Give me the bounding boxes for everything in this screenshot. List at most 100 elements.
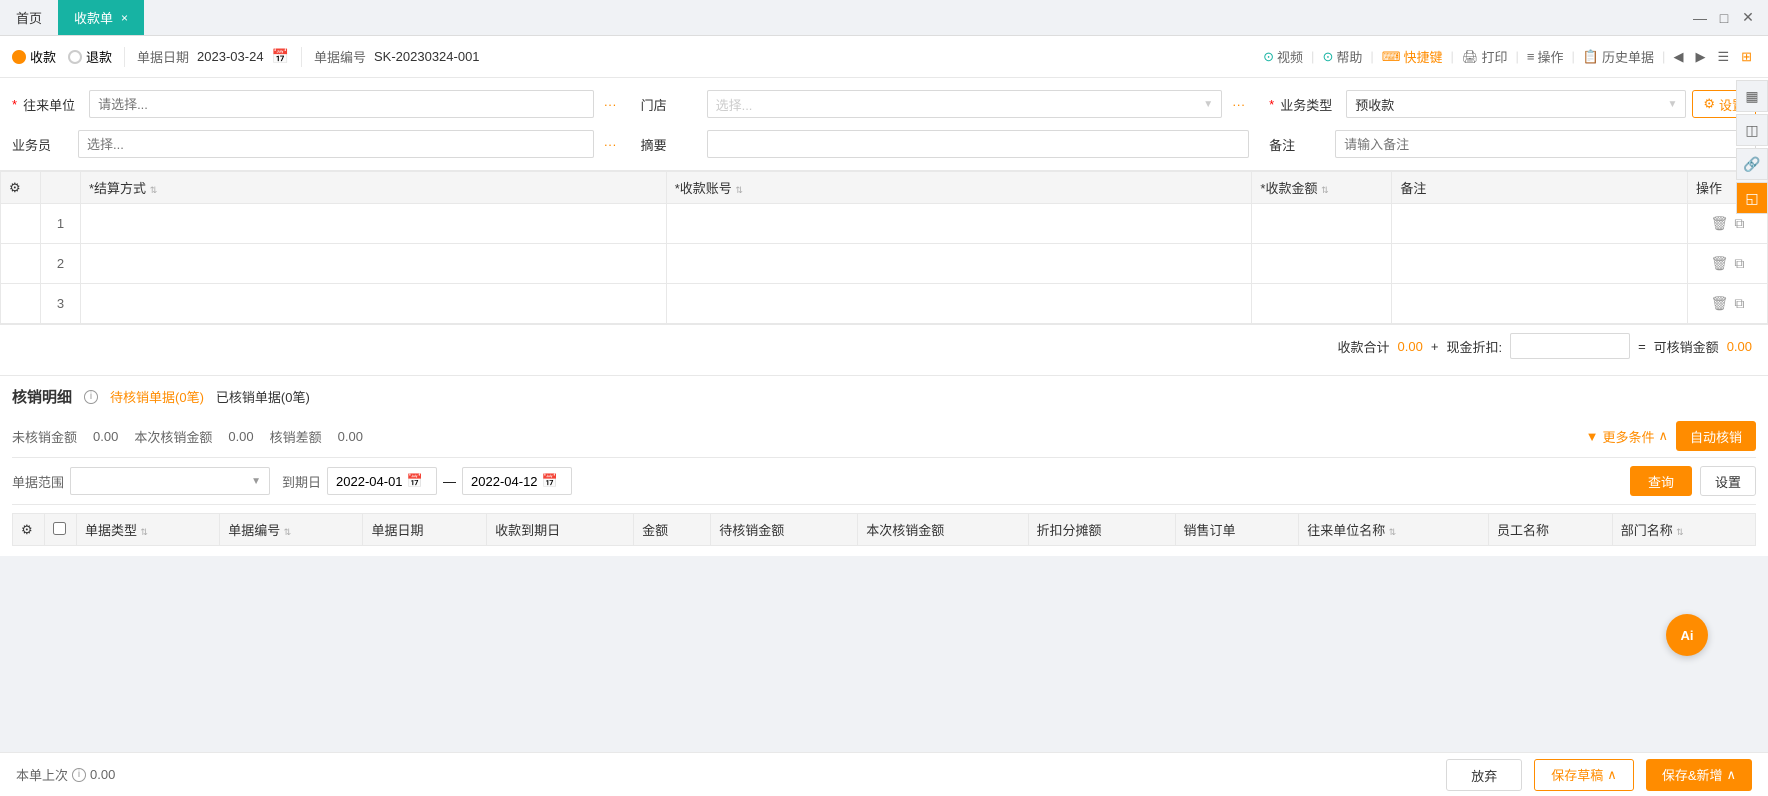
equals-sign: = (1638, 339, 1646, 354)
row2-amount[interactable] (1252, 244, 1392, 284)
tab-close-btn[interactable]: × (121, 11, 128, 25)
row3-payment[interactable] (81, 284, 667, 324)
row3-copy-icon[interactable]: ⧉ (1734, 295, 1744, 312)
row1-account[interactable] (666, 204, 1252, 244)
bt-counterpart-sort[interactable]: ⇅ (1389, 527, 1397, 537)
range-select[interactable]: ▼ (70, 467, 270, 495)
video-btn[interactable]: ⊙ 视频 (1259, 45, 1307, 68)
history-btn[interactable]: 📋 历史单据 (1579, 45, 1658, 68)
row3-amount[interactable] (1252, 284, 1392, 324)
date-value[interactable]: 2023-03-24 (197, 49, 264, 64)
payment-sort-icon[interactable]: ⇅ (150, 185, 158, 195)
minimize-btn[interactable]: — (1692, 10, 1708, 26)
discount-input[interactable] (1510, 333, 1630, 359)
query-btn[interactable]: 查询 (1630, 466, 1692, 496)
row3-account[interactable] (666, 284, 1252, 324)
tab-active[interactable]: 收款单 × (58, 0, 144, 35)
diff-label: 核销差额 (270, 427, 322, 446)
shortcut-btn[interactable]: ⌨ 快捷键 (1378, 45, 1447, 68)
footer-info-label: 本单上次 (16, 765, 68, 784)
bt-dept-sort[interactable]: ⇅ (1676, 527, 1684, 537)
radio-receive[interactable]: 收款 (12, 47, 56, 66)
more-conditions-btn[interactable]: ▼ 更多条件 ∧ (1586, 427, 1668, 446)
print-btn[interactable]: 🖨 打印 (1458, 45, 1512, 68)
col-settings-header[interactable]: ⚙ (1, 172, 41, 204)
print-label: 打印 (1481, 47, 1507, 66)
row1-amount[interactable] (1252, 204, 1392, 244)
row2-remark[interactable] (1392, 244, 1688, 284)
summary-field: 摘要 (641, 130, 1250, 158)
operation-btn[interactable]: ≡ 操作 (1523, 45, 1568, 68)
close-btn[interactable]: ✕ (1740, 10, 1756, 26)
biz-type-value: 预收款 (1355, 95, 1394, 114)
shop-ellipsis[interactable]: ··· (1228, 97, 1249, 112)
row3-delete-icon[interactable]: 🗑 (1711, 295, 1729, 312)
bt-number-sort[interactable]: ⇅ (284, 527, 292, 537)
list-view-btn[interactable]: ☰ (1713, 47, 1733, 67)
salesperson-input[interactable] (78, 130, 594, 158)
row2-copy-icon[interactable]: ⧉ (1734, 255, 1744, 272)
right-panel-icon-3[interactable]: 🔗 (1736, 148, 1768, 180)
tab-home[interactable]: 首页 (0, 0, 58, 35)
bottom-table-header: ⚙ 单据类型 ⇅ 单据编号 ⇅ (13, 514, 1756, 546)
pending-tab[interactable]: 待核销单据(0笔) (110, 387, 204, 406)
btcol-checkbox-header[interactable] (45, 514, 77, 546)
row1-delete-icon[interactable]: 🗑 (1711, 215, 1729, 232)
remark-input[interactable] (1335, 130, 1756, 158)
grid-view-btn[interactable]: ⊞ (1737, 47, 1756, 67)
nav-next-btn[interactable]: ▶ (1691, 47, 1709, 67)
row3-remark[interactable] (1392, 284, 1688, 324)
select-all-checkbox[interactable] (53, 522, 66, 535)
row1-copy-icon[interactable]: ⧉ (1734, 215, 1744, 232)
payment-label: *结算方式 (89, 181, 146, 196)
date-to-input[interactable]: 2022-04-12 📅 (462, 467, 572, 495)
abandon-btn[interactable]: 放弃 (1446, 759, 1522, 791)
row2-delete-icon[interactable]: 🗑 (1711, 255, 1729, 272)
maximize-btn[interactable]: □ (1716, 10, 1732, 26)
salesperson-label: 业务员 (12, 135, 72, 154)
save-new-btn[interactable]: 保存&新增 ∧ (1646, 759, 1752, 791)
number-value: SK-20230324-001 (374, 49, 480, 64)
radio-group: 收款 退款 (12, 47, 112, 66)
bt-type-sort[interactable]: ⇅ (140, 527, 148, 537)
salesperson-ellipsis[interactable]: ··· (600, 137, 621, 152)
radio-refund[interactable]: 退款 (68, 47, 112, 66)
counterpart-input[interactable] (89, 90, 594, 118)
biz-type-select[interactable]: 预收款 ▼ (1346, 90, 1686, 118)
counterpart-ellipsis[interactable]: ··· (600, 97, 621, 112)
calendar-to-icon: 📅 (542, 473, 558, 489)
row2-account[interactable] (666, 244, 1252, 284)
auto-verify-btn[interactable]: 自动核销 (1676, 421, 1756, 451)
row2-settings (1, 244, 41, 284)
form-row-1: * 往来单位 ··· 门店 选择... ▼ ··· * 业 (12, 86, 1756, 122)
calendar-icon[interactable]: 📅 (272, 48, 289, 65)
remark-label: 备注 (1269, 135, 1329, 154)
bt-pending-label: 待核销金额 (719, 523, 784, 538)
help-btn[interactable]: ⊙ 帮助 (1318, 45, 1366, 68)
account-sort-icon[interactable]: ⇅ (735, 185, 743, 195)
right-panel-icon-1[interactable]: ▦ (1736, 80, 1768, 112)
salesperson-field: 业务员 ··· (12, 130, 621, 158)
filter-settings-btn[interactable]: 设置 (1700, 466, 1756, 496)
shop-select[interactable]: 选择... ▼ (707, 90, 1223, 118)
nav-prev-btn[interactable]: ◀ (1669, 47, 1687, 67)
done-tab[interactable]: 已核销单据(0笔) (216, 387, 310, 406)
divider-2 (301, 47, 302, 67)
right-panel-icon-4[interactable]: ◱ (1736, 182, 1768, 214)
row1-remark[interactable] (1392, 204, 1688, 244)
row1-payment[interactable] (81, 204, 667, 244)
action-label: 操作 (1696, 181, 1722, 196)
save-draft-btn[interactable]: 保存草稿 ∧ (1534, 759, 1634, 791)
date-from-input[interactable]: 2022-04-01 📅 (327, 467, 437, 495)
ai-btn[interactable]: Ai (1666, 614, 1708, 656)
more-conditions-label: 更多条件 (1602, 427, 1654, 446)
verify-info-icon[interactable]: i (84, 390, 98, 404)
video-label: 视频 (1277, 47, 1303, 66)
footer-info-icon[interactable]: i (72, 768, 86, 782)
summary-input[interactable] (707, 130, 1250, 158)
row1-num: 1 (41, 204, 81, 244)
right-panel-icon-2[interactable]: ◫ (1736, 114, 1768, 146)
amount-sort-icon[interactable]: ⇅ (1321, 185, 1329, 195)
btcol-settings-header[interactable]: ⚙ (13, 514, 45, 546)
row2-payment[interactable] (81, 244, 667, 284)
